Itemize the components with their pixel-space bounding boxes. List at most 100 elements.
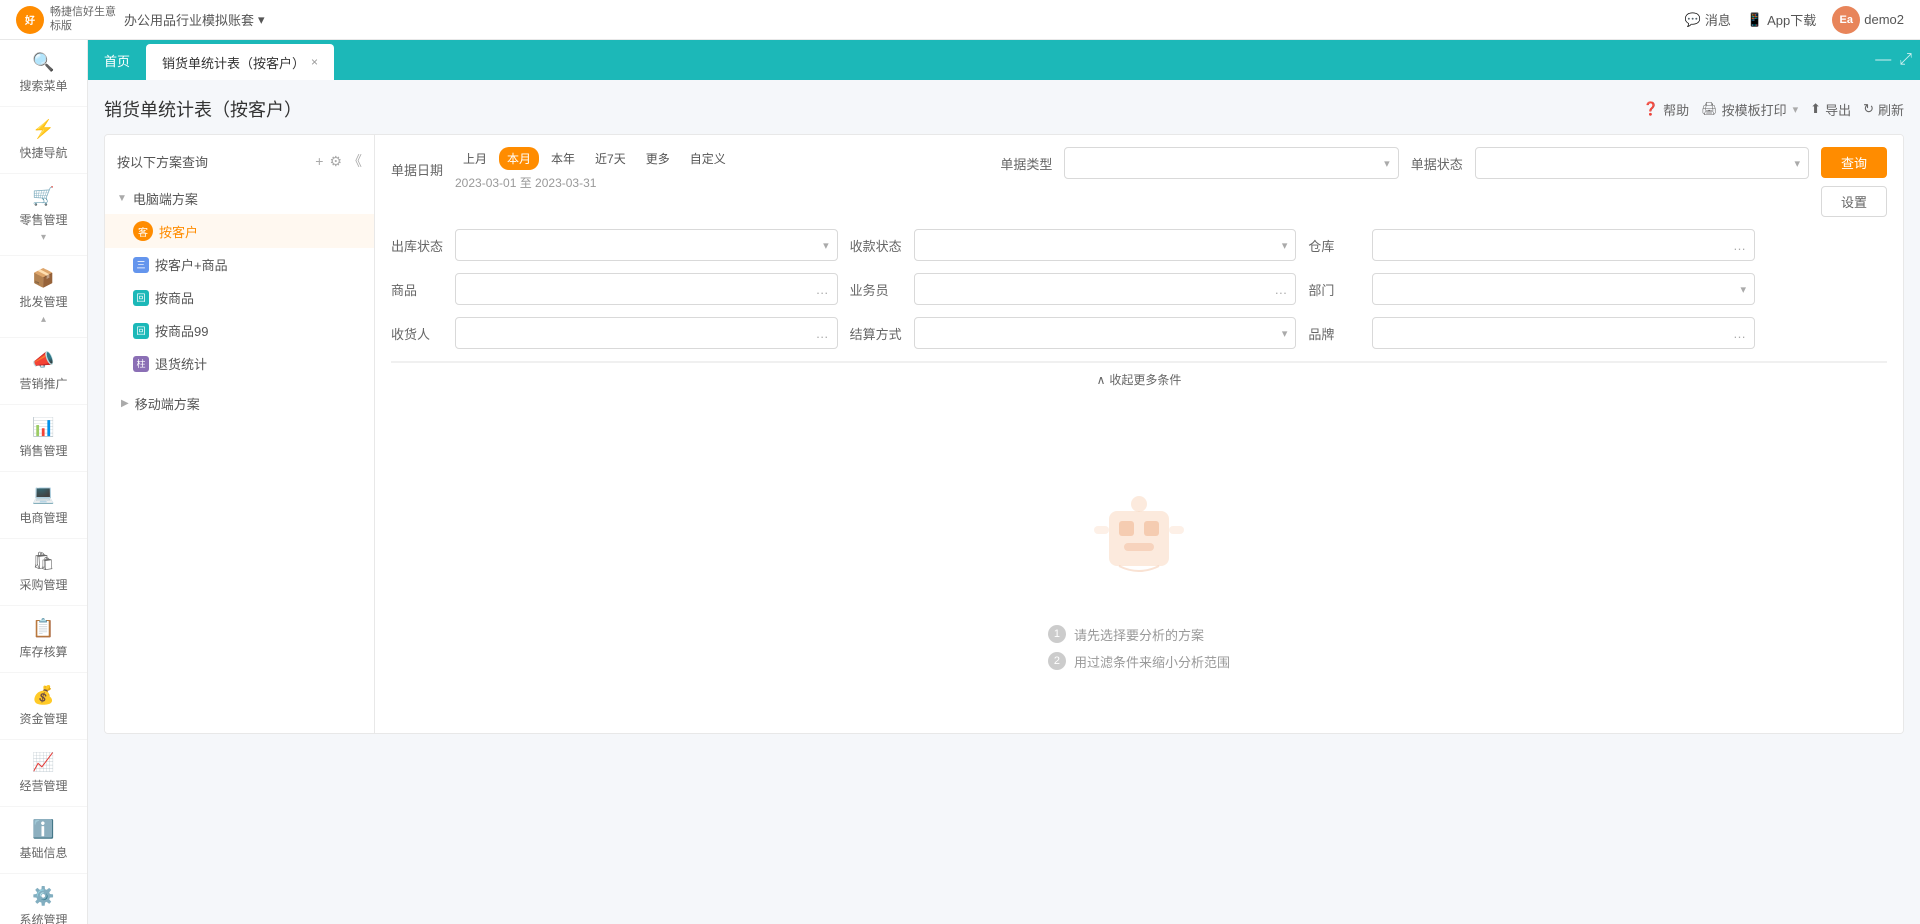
sidebar-item-retail[interactable]: 🛒 零售管理 ▾ <box>0 174 87 256</box>
tree-mobile-section[interactable]: ▶ 移动端方案 <box>105 388 374 419</box>
settlement-select[interactable]: ▾ <box>914 317 1297 349</box>
tab-minimize-button[interactable]: — <box>1875 51 1891 69</box>
department-filter: 部门 ▾ <box>1308 273 1755 305</box>
mobile-schemes-section: ▶ 移动端方案 <box>105 384 374 423</box>
sidebar-item-quicknav[interactable]: ⚡ 快捷导航 <box>0 107 87 174</box>
refresh-button[interactable]: ↻ 刷新 <box>1863 100 1904 119</box>
goods-filter: 商品 … <box>391 273 838 305</box>
receiver-select[interactable]: … <box>455 317 838 349</box>
query-button[interactable]: 查询 <box>1821 147 1887 178</box>
goods-select[interactable]: … <box>455 273 838 305</box>
goods-icon: 回 <box>133 290 149 306</box>
out-status-filter: 出库状态 ▾ <box>391 229 838 261</box>
brand-select[interactable]: … <box>1372 317 1755 349</box>
sidebar-item-operations[interactable]: 📈 经营管理 <box>0 740 87 807</box>
top-bar-left: 好 畅捷信好生意 标版 办公用品行业模拟账套 ▾ <box>16 6 265 34</box>
chart-icon: 📊 <box>32 417 54 438</box>
sidebar-item-procurement[interactable]: 🛍 采购管理 <box>0 539 87 606</box>
sidebar-item-system[interactable]: ⚙️ 系统管理 <box>0 874 87 924</box>
left-panel-header: 按以下方案查询 + ⚙ 《 <box>105 143 374 179</box>
account-selector[interactable]: 办公用品行业模拟账套 ▾ <box>124 10 265 29</box>
tree-toggle-mobile: ▶ <box>121 398 129 409</box>
app-download-button[interactable]: 📱 App下载 <box>1747 10 1816 29</box>
warehouse-ellipsis[interactable]: … <box>1733 238 1746 253</box>
brand-label: 品牌 <box>1308 324 1364 343</box>
empty-state: 1 请先选择要分析的方案 2 用过滤条件来缩小分析范围 <box>375 408 1903 733</box>
receiver-filter: 收货人 … <box>391 317 838 349</box>
message-icon: 💬 <box>1685 12 1701 28</box>
tab-active[interactable]: 销货单统计表（按客户） × <box>146 44 334 80</box>
date-range-display: 2023-03-01 至 2023-03-31 <box>455 174 988 191</box>
receiver-ellipsis[interactable]: … <box>816 326 829 341</box>
sidebar-item-search[interactable]: 🔍 搜索菜单 <box>0 40 87 107</box>
order-type-arrow: ▾ <box>1384 157 1390 170</box>
payment-status-select[interactable]: ▾ <box>914 229 1297 261</box>
print-button[interactable]: 🖨 按模板打印 ▾ <box>1701 100 1798 119</box>
tab-close-button[interactable]: × <box>311 55 318 69</box>
scheme-settings-button[interactable]: ⚙ <box>329 153 342 170</box>
this-month-button[interactable]: 本月 <box>499 147 539 170</box>
order-type-select[interactable]: ▾ <box>1064 147 1398 179</box>
tab-home[interactable]: 首页 <box>88 40 146 80</box>
user-menu[interactable]: Ea demo2 <box>1832 6 1904 34</box>
action-buttons: 查询 设置 <box>1821 147 1887 217</box>
cart-icon: 🛒 <box>32 186 54 207</box>
collapse-icon: ∧ <box>1097 373 1106 387</box>
tab-maximize-button[interactable]: ⤢ <box>1899 51 1912 69</box>
department-select[interactable]: ▾ <box>1372 273 1755 305</box>
tree-toggle-desktop: ▼ <box>117 193 127 204</box>
order-status-filter: 单据状态 ▾ <box>1411 147 1809 179</box>
salesperson-ellipsis[interactable]: … <box>1274 282 1287 297</box>
message-button[interactable]: 💬 消息 <box>1685 10 1731 29</box>
warehouse-select[interactable]: … <box>1372 229 1755 261</box>
sidebar-item-finance[interactable]: 💰 资金管理 <box>0 673 87 740</box>
tab-bar-actions: — ⤢ <box>1875 51 1920 69</box>
filter-row-4: 收货人 … 结算方式 <box>391 317 1887 349</box>
tree-desktop-section[interactable]: ▼ 电脑端方案 <box>105 183 374 214</box>
brand-ellipsis[interactable]: … <box>1733 326 1746 341</box>
tree-item-by-goods99[interactable]: 回 按商品99 <box>105 314 374 347</box>
avatar: Ea <box>1832 6 1860 34</box>
custom-date-button[interactable]: 自定义 <box>682 147 734 170</box>
tree-item-by-customer-goods[interactable]: 三 按客户+商品 <box>105 248 374 281</box>
order-type-filter: 单据类型 ▾ <box>1000 147 1398 179</box>
department-label: 部门 <box>1308 280 1364 299</box>
help-button[interactable]: ❓ 帮助 <box>1643 100 1689 119</box>
collapse-more-button[interactable]: ∧ 收起更多条件 <box>391 362 1887 396</box>
right-panel: 单据日期 上月 本月 本年 近7天 更多 自定义 <box>375 135 1903 733</box>
content-area: 首页 销货单统计表（按客户） × — ⤢ 销货单统计表（按客户） <box>88 40 1920 924</box>
export-button[interactable]: ⬆ 导出 <box>1810 100 1851 119</box>
box-icon: 📦 <box>32 268 54 289</box>
last-month-button[interactable]: 上月 <box>455 147 495 170</box>
out-status-select[interactable]: ▾ <box>455 229 838 261</box>
sidebar-item-basics[interactable]: ℹ️ 基础信息 <box>0 807 87 874</box>
tree-item-returns[interactable]: 柱 退货统计 <box>105 347 374 380</box>
order-status-select[interactable]: ▾ <box>1475 147 1809 179</box>
sidebar-item-sales[interactable]: 📊 销售管理 <box>0 405 87 472</box>
add-scheme-button[interactable]: + <box>315 153 323 169</box>
left-panel: 按以下方案查询 + ⚙ 《 ▼ 电脑端方案 <box>105 135 375 733</box>
settings-button[interactable]: 设置 <box>1821 186 1887 217</box>
sidebar-item-wholesale[interactable]: 📦 批发管理 ▴ <box>0 256 87 338</box>
last7days-button[interactable]: 近7天 <box>587 147 634 170</box>
top-bar-right: 💬 消息 📱 App下载 Ea demo2 <box>1685 6 1904 34</box>
tip-number-1: 1 <box>1048 625 1066 643</box>
tree-item-by-customer[interactable]: 客 按客户 <box>105 214 374 248</box>
sidebar-item-marketing[interactable]: 📣 营销推广 <box>0 338 87 405</box>
payment-status-filter: 收款状态 ▾ <box>850 229 1297 261</box>
salesperson-select[interactable]: … <box>914 273 1297 305</box>
logo-text: 畅捷信好生意 标版 <box>50 6 116 32</box>
more-dates-button[interactable]: 更多 <box>638 147 678 170</box>
sidebar-item-ecommerce[interactable]: 💻 电商管理 <box>0 472 87 539</box>
tree-item-by-goods[interactable]: 回 按商品 <box>105 281 374 314</box>
desktop-schemes-section: ▼ 电脑端方案 客 按客户 三 按客户+商品 <box>105 179 374 384</box>
collapse-panel-button[interactable]: 《 <box>348 151 362 171</box>
gear-icon: ⚙️ <box>32 886 54 907</box>
goods-ellipsis[interactable]: … <box>816 282 829 297</box>
department-arrow: ▾ <box>1740 283 1746 296</box>
this-year-button[interactable]: 本年 <box>543 147 583 170</box>
empty-tip-1: 1 请先选择要分析的方案 <box>1048 625 1230 644</box>
laptop-icon: 💻 <box>32 484 54 505</box>
sidebar-item-inventory[interactable]: 📋 库存核算 <box>0 606 87 673</box>
content-row: 按以下方案查询 + ⚙ 《 ▼ 电脑端方案 <box>104 134 1904 734</box>
